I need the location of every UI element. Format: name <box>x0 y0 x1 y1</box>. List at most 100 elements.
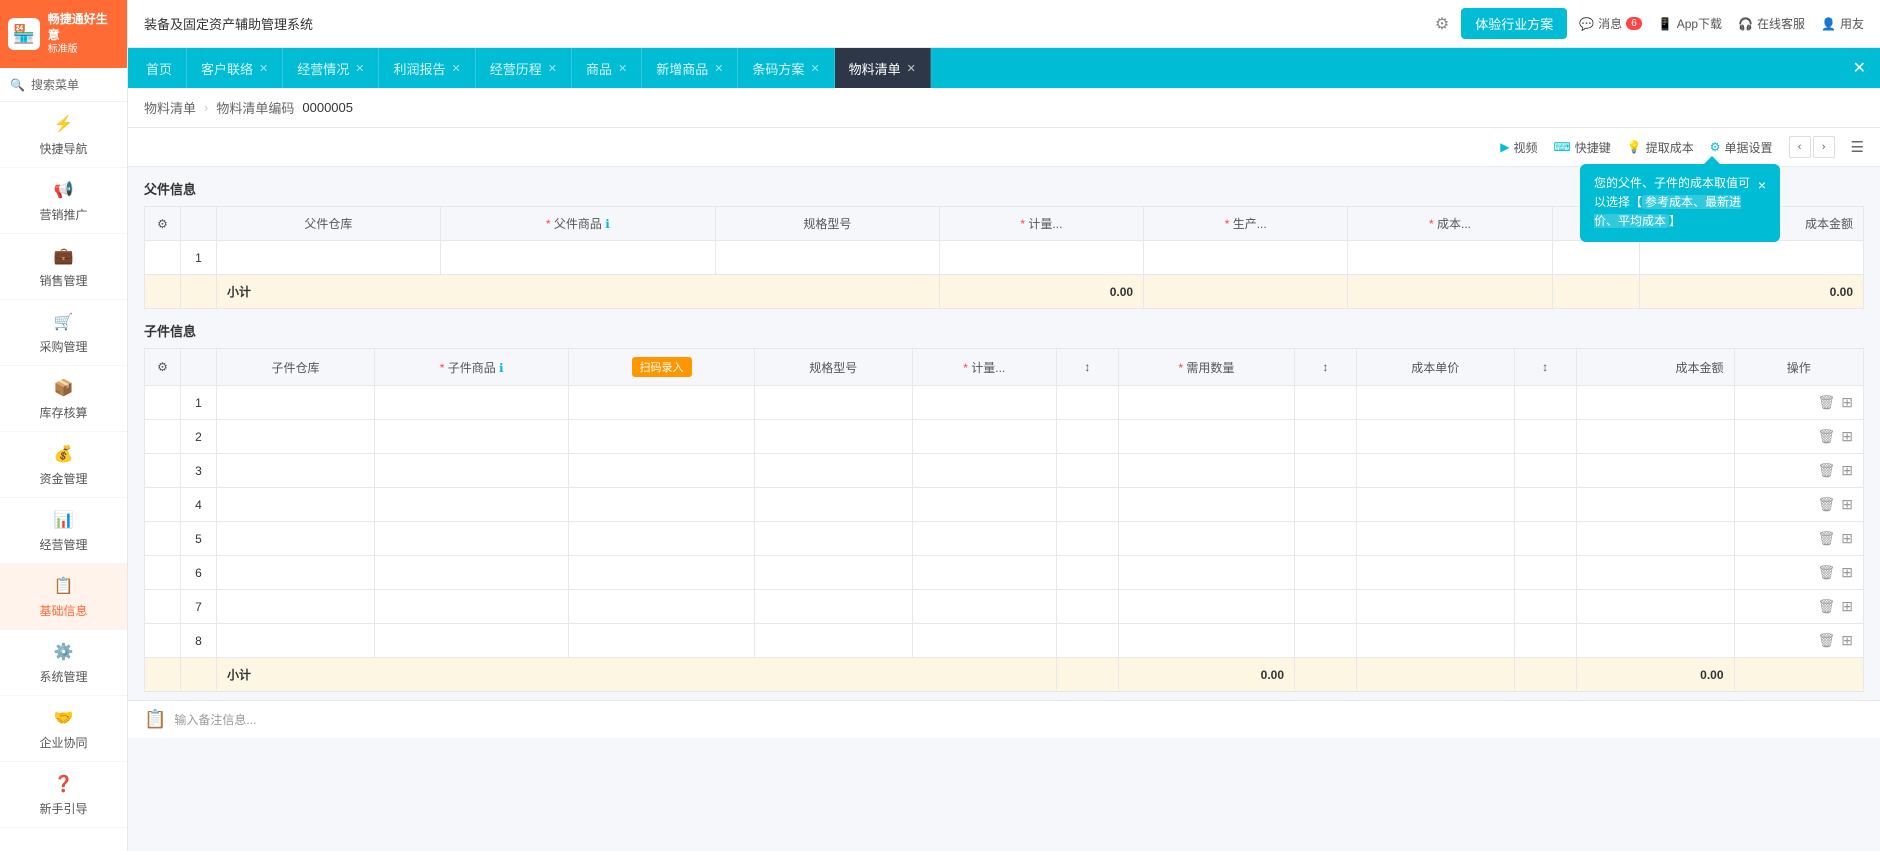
child-row3-delete-icon[interactable]: 🗑 <box>1817 462 1835 479</box>
tab-history[interactable]: 经营历程 ✕ <box>476 48 572 88</box>
child-row3-unitprice[interactable] <box>1356 454 1514 488</box>
child-row2-copy-icon[interactable]: ⊞ <box>1841 428 1853 445</box>
child-row6-unitprice[interactable] <box>1356 556 1514 590</box>
online-service-action[interactable]: 🎧 在线客服 <box>1738 15 1805 32</box>
tab-close-customer[interactable]: ✕ <box>259 62 268 75</box>
child-row2-unit[interactable] <box>912 420 1056 454</box>
parent-th-gear[interactable]: ⚙ <box>145 207 181 241</box>
child-row3-product[interactable] <box>374 454 568 488</box>
child-row2-qty[interactable] <box>1118 420 1294 454</box>
nav-prev-button[interactable]: ‹ <box>1789 136 1811 158</box>
sidebar-item-sales[interactable]: 💼销售管理 <box>0 234 127 300</box>
sidebar-item-purchase[interactable]: 🛒采购管理 <box>0 300 127 366</box>
child-row4-unitprice[interactable] <box>1356 488 1514 522</box>
child-row2-spec[interactable] <box>754 420 912 454</box>
child-row6-unit[interactable] <box>912 556 1056 590</box>
tab-close-product[interactable]: ✕ <box>618 62 627 75</box>
child-th-gear[interactable]: ⚙ <box>145 349 181 386</box>
child-row5-spec[interactable] <box>754 522 912 556</box>
child-row5-qty[interactable] <box>1118 522 1294 556</box>
sidebar-item-collab[interactable]: 🤝企业协同 <box>0 696 127 762</box>
child-row2-warehouse[interactable] <box>217 420 375 454</box>
child-row6-warehouse[interactable] <box>217 556 375 590</box>
tab-customer[interactable]: 客户联络 ✕ <box>187 48 283 88</box>
sidebar-item-guide[interactable]: ❓新手引导 <box>0 762 127 828</box>
child-row7-warehouse[interactable] <box>217 590 375 624</box>
child-row5-delete-icon[interactable]: 🗑 <box>1817 530 1835 547</box>
shortcut-button[interactable]: ⌨ 快捷键 <box>1553 139 1610 156</box>
app-download-action[interactable]: 📱 App下载 <box>1658 15 1722 32</box>
child-row8-spec[interactable] <box>754 624 912 658</box>
child-row1-unitprice[interactable] <box>1356 386 1514 420</box>
child-row5-unit[interactable] <box>912 522 1056 556</box>
tab-profit[interactable]: 利润报告 ✕ <box>379 48 475 88</box>
extract-cost-button[interactable]: 💡 提取成本 <box>1627 139 1694 156</box>
child-row6-spec[interactable] <box>754 556 912 590</box>
sidebar-item-operations[interactable]: 📊经营管理 <box>0 498 127 564</box>
child-row1-spec[interactable] <box>754 386 912 420</box>
sidebar-item-inventory[interactable]: 📦库存核算 <box>0 366 127 432</box>
child-row1-copy-icon[interactable]: ⊞ <box>1841 394 1853 411</box>
child-row8-copy-icon[interactable]: ⊞ <box>1841 632 1853 649</box>
child-row4-unit[interactable] <box>912 488 1056 522</box>
child-row7-spec[interactable] <box>754 590 912 624</box>
child-row1-product[interactable] <box>374 386 568 420</box>
sidebar-item-quick-nav[interactable]: ⚡快捷导航 <box>0 102 127 168</box>
child-row7-unitprice[interactable] <box>1356 590 1514 624</box>
child-row7-product[interactable] <box>374 590 568 624</box>
scan-button[interactable]: 扫码录入 <box>632 357 692 377</box>
parent-row-warehouse[interactable] <box>217 241 441 275</box>
child-row5-warehouse[interactable] <box>217 522 375 556</box>
child-row1-qty[interactable] <box>1118 386 1294 420</box>
child-row6-copy-icon[interactable]: ⊞ <box>1841 564 1853 581</box>
tab-product[interactable]: 商品 ✕ <box>572 48 642 88</box>
child-row4-qty[interactable] <box>1118 488 1294 522</box>
child-row7-unit[interactable] <box>912 590 1056 624</box>
tab-home[interactable]: 首页 <box>132 48 187 88</box>
child-row2-delete-icon[interactable]: 🗑 <box>1817 428 1835 445</box>
columns-icon[interactable]: ☰ <box>1851 138 1864 156</box>
child-row1-unit[interactable] <box>912 386 1056 420</box>
sidebar-item-basic[interactable]: 📋基础信息 <box>0 564 127 630</box>
child-row3-copy-icon[interactable]: ⊞ <box>1841 462 1853 479</box>
sidebar-search[interactable]: 🔍 搜索菜单 <box>0 68 127 102</box>
child-row5-product[interactable] <box>374 522 568 556</box>
tab-close-history[interactable]: ✕ <box>548 62 557 75</box>
child-row8-delete-icon[interactable]: 🗑 <box>1817 632 1835 649</box>
child-row7-delete-icon[interactable]: 🗑 <box>1817 598 1835 615</box>
close-all-tabs-icon[interactable]: ✕ <box>1843 58 1876 78</box>
child-row2-unitprice[interactable] <box>1356 420 1514 454</box>
child-row6-qty[interactable] <box>1118 556 1294 590</box>
video-button[interactable]: ▶ 视频 <box>1500 139 1537 156</box>
tab-new-product[interactable]: 新增商品 ✕ <box>642 48 738 88</box>
tab-close-barcode[interactable]: ✕ <box>810 62 819 75</box>
breadcrumb-bom[interactable]: 物料清单 <box>144 98 196 117</box>
tab-bom[interactable]: 物料清单 ✕ <box>835 48 931 88</box>
tab-close-operations[interactable]: ✕ <box>355 62 364 75</box>
message-action[interactable]: 💬 消息 6 <box>1579 15 1642 32</box>
tab-close-new-product[interactable]: ✕ <box>714 62 723 75</box>
child-row7-copy-icon[interactable]: ⊞ <box>1841 598 1853 615</box>
tab-barcode[interactable]: 条码方案 ✕ <box>738 48 834 88</box>
child-row3-unit[interactable] <box>912 454 1056 488</box>
tab-close-bom[interactable]: ✕ <box>907 62 916 75</box>
child-row6-delete-icon[interactable]: 🗑 <box>1817 564 1835 581</box>
parent-row-cost[interactable] <box>1348 241 1552 275</box>
nav-next-button[interactable]: › <box>1813 136 1835 158</box>
child-row2-product[interactable] <box>374 420 568 454</box>
sidebar-item-system[interactable]: ⚙️系统管理 <box>0 630 127 696</box>
child-row4-spec[interactable] <box>754 488 912 522</box>
child-row4-copy-icon[interactable]: ⊞ <box>1841 496 1853 513</box>
child-row6-product[interactable] <box>374 556 568 590</box>
child-row8-qty[interactable] <box>1118 624 1294 658</box>
child-row3-spec[interactable] <box>754 454 912 488</box>
child-row7-qty[interactable] <box>1118 590 1294 624</box>
tab-close-profit[interactable]: ✕ <box>452 62 461 75</box>
sidebar-item-finance[interactable]: 💰资金管理 <box>0 432 127 498</box>
settings-icon[interactable]: ⚙ <box>1435 14 1449 34</box>
parent-row-unit[interactable] <box>939 241 1143 275</box>
child-row4-warehouse[interactable] <box>217 488 375 522</box>
child-row4-product[interactable] <box>374 488 568 522</box>
sidebar-item-marketing[interactable]: 📢营销推广 <box>0 168 127 234</box>
child-row8-product[interactable] <box>374 624 568 658</box>
